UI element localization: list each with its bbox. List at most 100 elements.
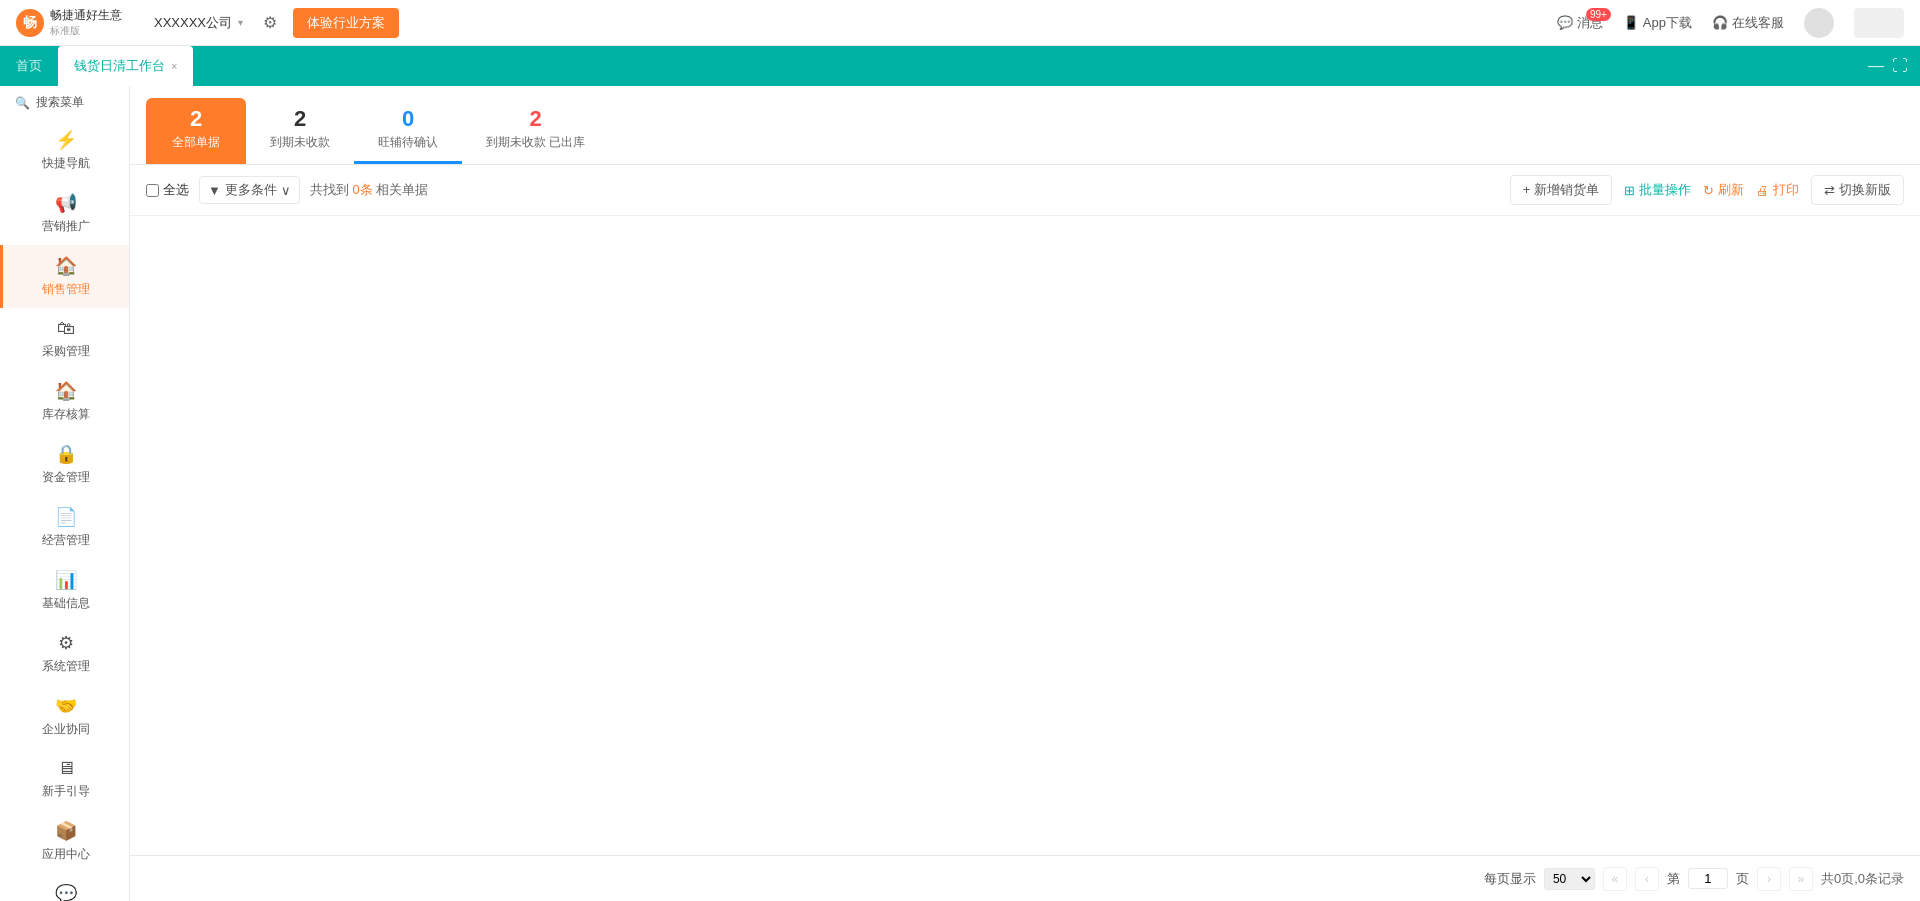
sales-icon: 🏠 — [55, 255, 77, 277]
stat-tab-wangwang[interactable]: 0 旺辅待确认 — [354, 98, 462, 164]
per-page-select[interactable]: 50 100 200 — [1544, 868, 1595, 890]
page-label: 第 — [1667, 870, 1680, 888]
batch-icon: ⊞ — [1624, 183, 1635, 198]
sidebar-item-system[interactable]: ⚙ 系统管理 — [0, 622, 129, 685]
chevron-down-icon: ▾ — [238, 17, 243, 28]
main-layout: 🔍 搜索菜单 ⚡ 快捷导航 📢 营销推广 🏠 销售管理 🛍 采购管理 🏠 库存核… — [0, 86, 1920, 901]
tab-minimize-icon[interactable]: — — [1868, 57, 1884, 75]
basic-info-icon: 📊 — [55, 569, 77, 591]
sidebar: 🔍 搜索菜单 ⚡ 快捷导航 📢 营销推广 🏠 销售管理 🛍 采购管理 🏠 库存核… — [0, 86, 130, 901]
filter-icon: ▼ — [208, 183, 221, 198]
toolbar: 全选 ▼ 更多条件 ∨ 共找到 0条 相关单据 + 新增销货单 — [130, 165, 1920, 216]
tab-active[interactable]: 钱货日清工作台 × — [58, 46, 193, 86]
page-input[interactable] — [1688, 868, 1728, 889]
sidebar-item-inventory[interactable]: 🏠 库存核算 — [0, 370, 129, 433]
last-page-btn[interactable]: » — [1789, 867, 1813, 891]
table-area — [130, 216, 1920, 855]
total-info: 共0页,0条记录 — [1821, 870, 1904, 888]
operation-icon: 📄 — [55, 506, 77, 528]
stat-tab-overdue[interactable]: 2 到期未收款 — [246, 98, 354, 164]
stat-tab-unshipped[interactable]: 2 到期未收款 已出库 — [462, 98, 609, 164]
tab-close-icon[interactable]: × — [171, 60, 177, 72]
logo-icon: 畅 — [16, 9, 44, 37]
empty-state — [130, 216, 1920, 855]
tab-bar-actions: — ⛶ — [1868, 57, 1920, 75]
tab-home[interactable]: 首页 — [0, 46, 58, 86]
inventory-icon: 🏠 — [55, 380, 77, 402]
stats-tabs: 2 全部单据 2 到期未收款 0 旺辅待确认 2 到期未收款 已出库 — [130, 86, 1920, 165]
content-inner: 2 全部单据 2 到期未收款 0 旺辅待确认 2 到期未收款 已出库 — [130, 86, 1920, 901]
result-count: 共找到 0条 相关单据 — [310, 181, 428, 199]
first-page-btn[interactable]: « — [1603, 867, 1627, 891]
online-service-item[interactable]: 🎧 在线客服 — [1712, 14, 1784, 32]
quick-nav-icon: ⚡ — [55, 129, 77, 151]
filter-btn[interactable]: ▼ 更多条件 ∨ — [199, 176, 300, 204]
experience-btn[interactable]: 体验行业方案 — [293, 8, 399, 38]
tab-bar: 首页 钱货日清工作台 × — ⛶ — [0, 46, 1920, 86]
pagination-bar: 每页显示 50 100 200 « ‹ 第 页 › » 共0页,0条记录 — [130, 855, 1920, 901]
header-right: 💬 消息 99 📱 App下载 🎧 在线客服 — [1557, 8, 1904, 38]
app-center-icon: 📦 — [55, 820, 77, 842]
sidebar-item-marketing[interactable]: 📢 营销推广 — [0, 182, 129, 245]
sidebar-item-app-center[interactable]: 📦 应用中心 — [0, 810, 129, 873]
company-name: XXXXXX公司 — [154, 14, 232, 32]
batch-btn[interactable]: ⊞ 批量操作 — [1624, 181, 1691, 199]
avatar[interactable] — [1804, 8, 1834, 38]
page-end-label: 页 — [1736, 870, 1749, 888]
marketing-icon: 📢 — [55, 192, 77, 214]
stat-number-unshipped: 2 — [530, 106, 542, 132]
prev-page-btn[interactable]: ‹ — [1635, 867, 1659, 891]
stat-label-wangwang: 旺辅待确认 — [378, 134, 438, 151]
cooperation-icon: 🤝 — [55, 695, 77, 717]
print-btn[interactable]: 🖨 打印 — [1756, 181, 1799, 199]
stat-label-overdue: 到期未收款 — [270, 134, 330, 151]
add-sales-btn[interactable]: + 新增销货单 — [1510, 175, 1612, 205]
select-all-checkbox[interactable]: 全选 — [146, 181, 189, 199]
sidebar-item-cooperation[interactable]: 🤝 企业协同 — [0, 685, 129, 748]
sidebar-item-purchase[interactable]: 🛍 采购管理 — [0, 308, 129, 370]
sidebar-item-basic-info[interactable]: 📊 基础信息 — [0, 559, 129, 622]
stat-label-all: 全部单据 — [172, 134, 220, 151]
sidebar-search[interactable]: 🔍 搜索菜单 — [0, 86, 129, 119]
refresh-btn[interactable]: ↻ 刷新 — [1703, 181, 1744, 199]
select-all-input[interactable] — [146, 184, 159, 197]
tab-expand-icon[interactable]: ⛶ — [1892, 57, 1908, 75]
stat-tab-all[interactable]: 2 全部单据 — [146, 98, 246, 164]
message-badge: 99 — [1586, 8, 1611, 21]
stat-number-all: 2 — [190, 106, 202, 132]
content-area: 2 全部单据 2 到期未收款 0 旺辅待确认 2 到期未收款 已出库 — [130, 86, 1920, 901]
sidebar-item-operation[interactable]: 📄 经营管理 — [0, 496, 129, 559]
wechat-icon: 💬 — [55, 883, 77, 901]
finance-icon: 🔒 — [55, 443, 77, 465]
logo-area: 畅 畅捷通好生意 标准版 — [16, 8, 146, 37]
refresh-icon: ↻ — [1703, 183, 1714, 198]
sidebar-item-finance[interactable]: 🔒 资金管理 — [0, 433, 129, 496]
switch-version-btn[interactable]: ⇄ 切换新版 — [1811, 175, 1904, 205]
message-icon: 💬 — [1557, 15, 1573, 30]
logo-text: 畅捷通好生意 标准版 — [50, 8, 122, 37]
stat-number-wangwang: 0 — [402, 106, 414, 132]
switch-icon: ⇄ — [1824, 183, 1835, 198]
stat-number-overdue: 2 — [294, 106, 306, 132]
chevron-icon: ∨ — [281, 183, 291, 198]
settings-icon[interactable]: ⚙ — [255, 8, 285, 38]
sidebar-item-guide[interactable]: 🖥 新手引导 — [0, 748, 129, 810]
sidebar-item-quick-nav[interactable]: ⚡ 快捷导航 — [0, 119, 129, 182]
guide-icon: 🖥 — [57, 758, 75, 779]
company-selector[interactable]: XXXXXX公司 ▾ — [146, 10, 251, 36]
toolbar-right: + 新增销货单 ⊞ 批量操作 ↻ 刷新 🖨 打印 ⇄ — [1510, 175, 1904, 205]
stat-label-unshipped: 到期未收款 已出库 — [486, 134, 585, 151]
purchase-icon: 🛍 — [57, 318, 75, 339]
app-download-item[interactable]: 📱 App下载 — [1623, 14, 1692, 32]
headset-icon: 🎧 — [1712, 15, 1728, 30]
sidebar-item-sales[interactable]: 🏠 销售管理 — [0, 245, 129, 308]
sidebar-item-wechat[interactable]: 💬 企业微信 — [0, 873, 129, 901]
toolbar-left: 全选 ▼ 更多条件 ∨ 共找到 0条 相关单据 — [146, 176, 428, 204]
message-item[interactable]: 💬 消息 99 — [1557, 14, 1603, 32]
system-icon: ⚙ — [58, 632, 74, 654]
next-page-btn[interactable]: › — [1757, 867, 1781, 891]
username-area[interactable] — [1854, 8, 1904, 38]
per-page-label: 每页显示 — [1484, 870, 1536, 888]
search-icon: 🔍 — [15, 96, 30, 110]
app-download-icon: 📱 — [1623, 15, 1639, 30]
